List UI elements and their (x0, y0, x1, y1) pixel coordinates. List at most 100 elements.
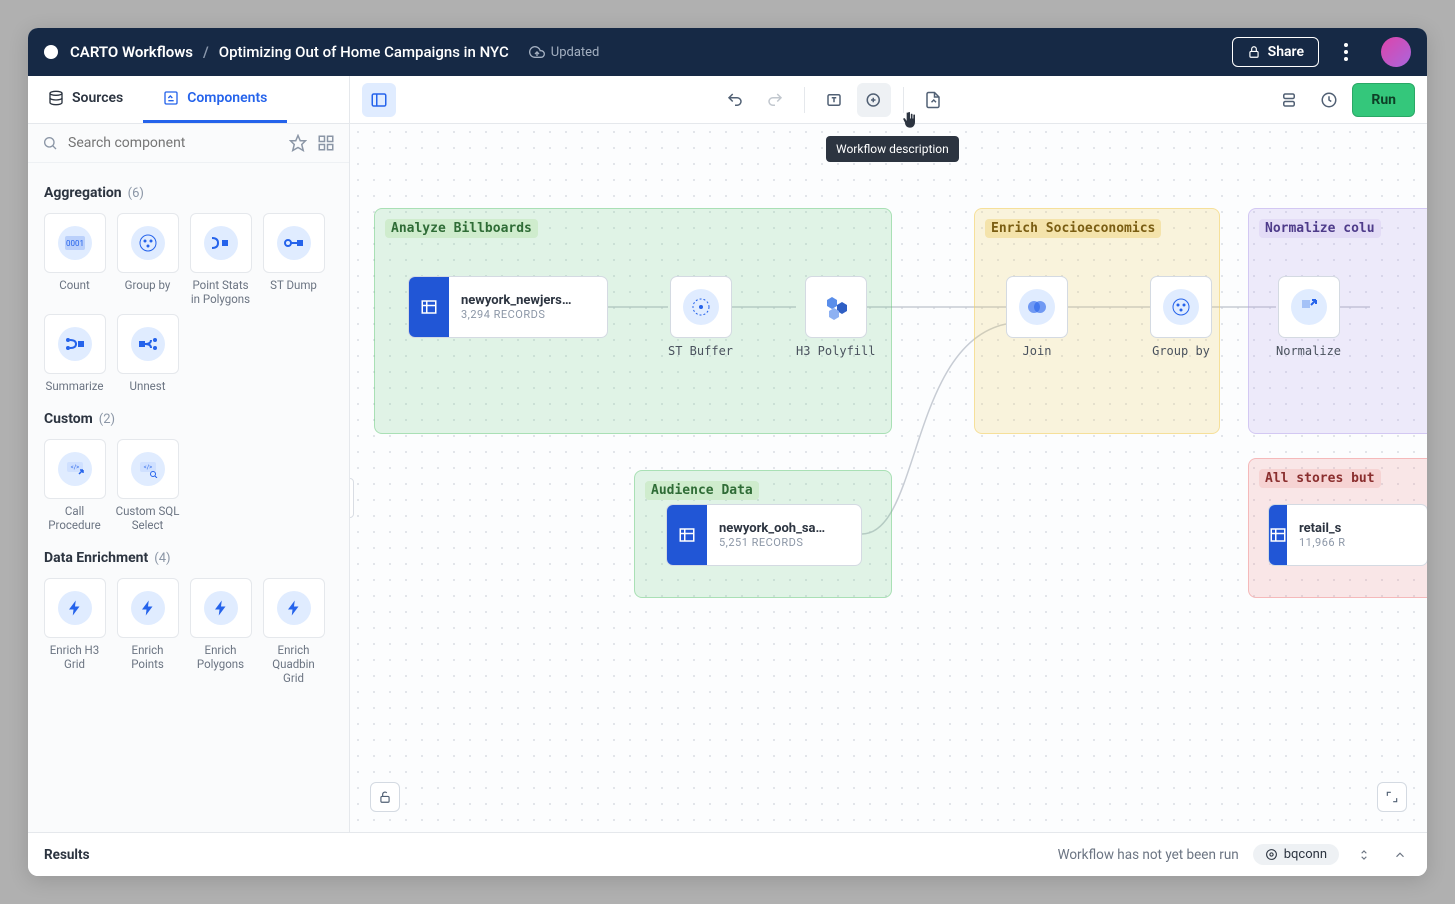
canvas[interactable]: Analyze Billboards newyork_newjers… 3,29… (350, 124, 1427, 832)
component-search-input[interactable] (68, 135, 279, 151)
connection-chip[interactable]: bqconn (1253, 844, 1339, 865)
merge-icon (210, 235, 232, 251)
share-button-label: Share (1268, 44, 1304, 60)
node-group-by[interactable]: Group by (1150, 276, 1212, 358)
category-count: (6) (128, 186, 144, 201)
component-label: ST Dump (270, 278, 317, 292)
source-node-newyork-newjersey[interactable]: newyork_newjers… 3,294 RECORDS (408, 276, 608, 338)
component-unnest[interactable]: Unnest (115, 314, 180, 393)
sort-icon (1357, 848, 1371, 862)
category-title: Custom (44, 411, 93, 427)
bottom-bar: Results Workflow has not yet been run bq… (28, 832, 1427, 876)
more-vertical-icon (1344, 43, 1348, 61)
component-point-stats[interactable]: Point Stats in Polygons (188, 213, 253, 306)
share-button[interactable]: Share (1232, 37, 1319, 67)
group-label: Audience Data (645, 481, 759, 500)
redo-button[interactable] (758, 83, 792, 117)
node-normalize[interactable]: Normalize (1276, 276, 1341, 358)
component-label: Enrich Polygons (188, 643, 253, 671)
layers-button[interactable] (1272, 83, 1306, 117)
connection-icon (1265, 848, 1278, 861)
bolt-icon (212, 599, 230, 617)
component-enrich-points[interactable]: Enrich Points (115, 578, 180, 685)
cloud-icon (529, 44, 545, 60)
tooltip: Workflow description (826, 136, 959, 162)
node-label: H3 Polyfill (796, 344, 875, 358)
workflow-description-button[interactable] (857, 83, 891, 117)
groupby-icon (138, 233, 158, 253)
fullscreen-button[interactable] (1377, 782, 1407, 812)
unnest-icon (137, 336, 159, 352)
run-button[interactable]: Run (1352, 83, 1415, 117)
tab-sources[interactable]: Sources (28, 76, 143, 123)
component-summarize[interactable]: Summarize (42, 314, 107, 393)
component-enrich-quadbin[interactable]: Enrich Quadbin Grid (261, 578, 326, 685)
source-node-ooh[interactable]: newyork_ooh_sa… 5,251 RECORDS (666, 504, 862, 566)
node-join[interactable]: Join (1006, 276, 1068, 358)
history-button[interactable] (1312, 83, 1346, 117)
category-header-custom: Custom (2) (44, 411, 335, 427)
component-label: Call Procedure (42, 504, 107, 532)
grid-view-icon[interactable] (317, 134, 335, 152)
breadcrumb: CARTO Workflows / Optimizing Out of Home… (70, 43, 509, 61)
app-name[interactable]: CARTO Workflows (70, 43, 193, 61)
source-records: 3,294 RECORDS (461, 308, 577, 321)
app-window: CARTO Workflows / Optimizing Out of Home… (28, 28, 1427, 876)
sidebar-resize-handle[interactable] (350, 478, 354, 518)
main-area: Aggregation (6) 0001Count Group by Point… (28, 124, 1427, 832)
canvas-toolbar: Run (350, 76, 1427, 123)
bolt-icon (66, 599, 84, 617)
lock-canvas-button[interactable] (370, 782, 400, 812)
lock-open-icon (378, 790, 392, 804)
window-control-dot[interactable] (44, 45, 58, 59)
table-icon (667, 504, 707, 566)
node-label: Join (1023, 344, 1052, 358)
node-h3-polyfill[interactable]: H3 Polyfill (796, 276, 875, 358)
layers-icon (1280, 91, 1298, 109)
group-label: Analyze Billboards (385, 219, 538, 238)
component-group-by[interactable]: Group by (115, 213, 180, 306)
source-name: newyork_newjers… (461, 293, 577, 308)
component-label: Summarize (46, 379, 104, 393)
component-count[interactable]: 0001Count (42, 213, 107, 306)
component-label: Enrich Quadbin Grid (261, 643, 326, 685)
component-list[interactable]: Aggregation (6) 0001Count Group by Point… (28, 163, 349, 832)
user-avatar[interactable] (1381, 37, 1411, 67)
star-icon[interactable] (289, 134, 307, 152)
category-header-enrichment: Data Enrichment (4) (44, 550, 335, 566)
component-label: Count (59, 278, 90, 292)
category-title: Data Enrichment (44, 550, 148, 566)
component-custom-sql[interactable]: </>Custom SQL Select (115, 439, 180, 532)
redo-icon (766, 91, 784, 109)
results-label[interactable]: Results (44, 847, 90, 863)
panel-toggle-button[interactable] (362, 83, 396, 117)
workflow-name[interactable]: Optimizing Out of Home Campaigns in NYC (219, 43, 509, 61)
svg-text:</>: </> (143, 464, 152, 471)
rename-button[interactable] (817, 83, 851, 117)
component-st-dump[interactable]: ST Dump (261, 213, 326, 306)
group-label: Enrich Socioeconomics (985, 219, 1161, 238)
undo-button[interactable] (718, 83, 752, 117)
bolt-icon (285, 599, 303, 617)
component-enrich-polygons[interactable]: Enrich Polygons (188, 578, 253, 685)
save-status: Updated (529, 44, 600, 60)
info-plus-icon (865, 91, 883, 109)
collapse-panel-button[interactable] (1389, 844, 1411, 866)
export-button[interactable] (916, 83, 950, 117)
node-label: Group by (1152, 344, 1210, 358)
more-menu-button[interactable] (1331, 37, 1361, 67)
node-st-buffer[interactable]: ST Buffer (668, 276, 733, 358)
titlebar: CARTO Workflows / Optimizing Out of Home… (28, 28, 1427, 76)
expand-icon (1385, 790, 1399, 804)
component-enrich-h3[interactable]: Enrich H3 Grid (42, 578, 107, 685)
table-icon (409, 276, 449, 338)
run-status-text: Workflow has not yet been run (1058, 847, 1239, 863)
category-title: Aggregation (44, 185, 122, 201)
resize-panel-button[interactable] (1353, 844, 1375, 866)
source-node-retail[interactable]: retail_s 11,966 R (1268, 504, 1427, 566)
component-label: Group by (125, 278, 171, 292)
save-status-text: Updated (551, 45, 600, 60)
join-icon (1026, 299, 1048, 315)
component-call-procedure[interactable]: </>Call Procedure (42, 439, 107, 532)
tab-components[interactable]: Components (143, 76, 287, 123)
